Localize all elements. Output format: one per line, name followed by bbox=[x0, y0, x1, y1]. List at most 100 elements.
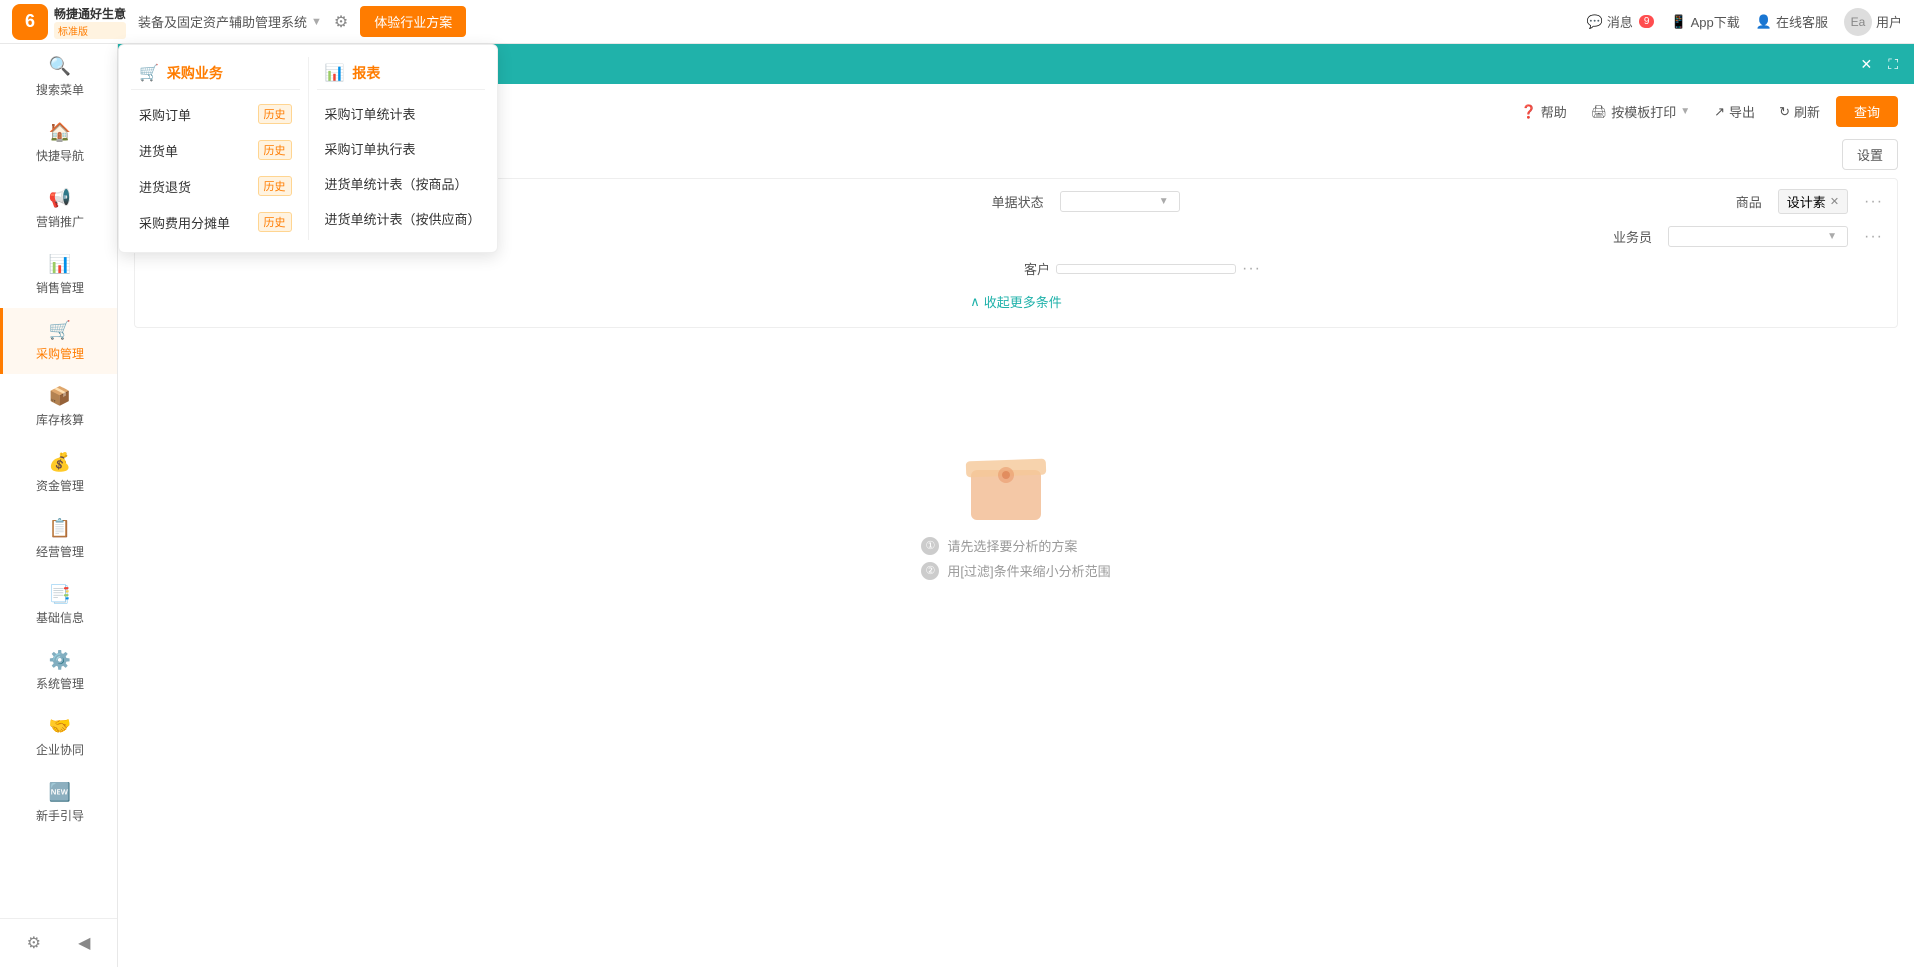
online-service-label: 在线客服 bbox=[1776, 12, 1828, 31]
sidebar: 🔍 搜索菜单 🏠 快捷导航 📢 营销推广 📊 销售管理 🛒 采购管理 📦 库存核… bbox=[0, 44, 118, 967]
return-history-tag: 历史 bbox=[258, 176, 292, 196]
logo-text: 畅捷通好生意 标准版 bbox=[54, 5, 126, 39]
collapse-btn[interactable]: ∧ 收起更多条件 bbox=[149, 286, 1883, 317]
goods-tag-value: 设计素 bbox=[1787, 192, 1826, 211]
tab-fullscreen-icon[interactable]: ⛶ bbox=[1884, 52, 1902, 77]
dropdown-item-return[interactable]: 进货退货 历史 bbox=[131, 168, 300, 204]
sidebar-item-inventory[interactable]: 📦 库存核算 bbox=[0, 374, 117, 440]
print-btn[interactable]: 🖨 按模板打印 ▼ bbox=[1583, 98, 1698, 125]
salesperson-dots[interactable]: ··· bbox=[1864, 228, 1883, 246]
customer-dots[interactable]: ··· bbox=[1242, 260, 1261, 278]
system-title-btn[interactable]: 装备及固定资产辅助管理系统 ▼ bbox=[138, 12, 322, 31]
purchase-order-label: 采购订单 bbox=[139, 105, 191, 124]
sidebar-item-sales[interactable]: 📊 销售管理 bbox=[0, 242, 117, 308]
home-icon: 🏠 bbox=[49, 122, 71, 143]
filter-row-3: 客户 ··· bbox=[149, 259, 1883, 278]
sidebar-item-basic-info[interactable]: 📑 基础信息 bbox=[0, 572, 117, 638]
print-arrow-icon: ▼ bbox=[1680, 106, 1690, 117]
salesperson-label: 业务员 bbox=[1613, 227, 1652, 246]
sidebar-item-finance[interactable]: 💰 资金管理 bbox=[0, 440, 117, 506]
headset-icon: 👤 bbox=[1756, 14, 1772, 30]
help-icon: ❓ bbox=[1521, 104, 1537, 120]
tab-close-all-icon[interactable]: ✕ bbox=[1856, 52, 1876, 77]
inventory-icon: 📦 bbox=[49, 386, 71, 407]
query-button[interactable]: 查询 bbox=[1836, 96, 1898, 127]
sidebar-collapse-icon[interactable]: ◀ bbox=[72, 927, 96, 959]
hint-text-1: 请先选择要分析的方案 bbox=[947, 536, 1077, 555]
report-col-icon: 📊 bbox=[325, 63, 345, 83]
sidebar-item-purchase-label: 采购管理 bbox=[36, 345, 84, 362]
refresh-btn[interactable]: ↻ 刷新 bbox=[1771, 98, 1828, 125]
dropdown-item-incoming-stats-goods[interactable]: 进货单统计表（按商品） bbox=[317, 166, 486, 201]
sidebar-item-quicknav-label: 快捷导航 bbox=[36, 147, 84, 164]
finance-icon: 💰 bbox=[49, 452, 71, 473]
dropdown-item-order-exec[interactable]: 采购订单执行表 bbox=[317, 131, 486, 166]
salesperson-select[interactable]: ▼ bbox=[1668, 226, 1848, 247]
goods-dots[interactable]: ··· bbox=[1864, 193, 1883, 211]
sidebar-item-finance-label: 资金管理 bbox=[36, 477, 84, 494]
expense-history-tag: 历史 bbox=[258, 212, 292, 232]
export-btn[interactable]: ↗ 导出 bbox=[1706, 98, 1763, 125]
help-label: 帮助 bbox=[1541, 102, 1567, 121]
basicinfo-icon: 📑 bbox=[49, 584, 71, 605]
message-icon: 💬 bbox=[1587, 14, 1603, 30]
sidebar-item-purchase[interactable]: 🛒 采购管理 bbox=[0, 308, 117, 374]
purchase-business-col: 🛒 采购业务 采购订单 历史 进货单 历史 进货退货 历史 采购费用分摊单 历史 bbox=[131, 57, 300, 240]
help-btn[interactable]: ❓ 帮助 bbox=[1513, 98, 1575, 125]
incoming-stats-goods-label: 进货单统计表（按商品） bbox=[325, 174, 468, 193]
system-icon: ⚙️ bbox=[49, 650, 71, 671]
sidebar-item-cooperation[interactable]: 🤝 企业协同 bbox=[0, 704, 117, 770]
voucher-status-select[interactable]: ▼ bbox=[1060, 191, 1180, 212]
logo-badge: 标准版 bbox=[54, 22, 126, 39]
dropdown-item-incoming-stats-supplier[interactable]: 进货单统计表（按供应商） bbox=[317, 201, 486, 236]
sidebar-settings-icon[interactable]: ⚙ bbox=[21, 927, 47, 959]
sidebar-item-operations-label: 经营管理 bbox=[36, 543, 84, 560]
user-label: 用户 bbox=[1876, 12, 1902, 31]
sidebar-item-quick-nav[interactable]: 🏠 快捷导航 bbox=[0, 110, 117, 176]
marketing-icon: 📢 bbox=[49, 188, 71, 209]
purchase-icon: 🛒 bbox=[49, 320, 71, 341]
sidebar-item-guide[interactable]: 🆕 新手引导 bbox=[0, 770, 117, 836]
empty-hint: ① 请先选择要分析的方案 ② 用[过滤]条件来缩小分析范围 bbox=[921, 536, 1110, 580]
search-icon: 🔍 bbox=[49, 56, 71, 77]
trial-button[interactable]: 体验行业方案 bbox=[360, 6, 466, 37]
dropdown-item-order-stats[interactable]: 采购订单统计表 bbox=[317, 96, 486, 131]
sidebar-item-basicinfo-label: 基础信息 bbox=[36, 609, 84, 626]
print-icon: 🖨 bbox=[1591, 104, 1608, 120]
purchase-dropdown-menu: 🛒 采购业务 采购订单 历史 进货单 历史 进货退货 历史 采购费用分摊单 历史 bbox=[118, 44, 498, 253]
logo-name: 畅捷通好生意 bbox=[54, 5, 126, 22]
sidebar-item-search-label: 搜索菜单 bbox=[36, 81, 84, 98]
purchase-col-title: 采购业务 bbox=[167, 63, 223, 83]
hint-num-2: ② bbox=[921, 562, 939, 580]
user-btn[interactable]: Ea 用户 bbox=[1844, 8, 1902, 36]
goods-tag-close-icon[interactable]: ✕ bbox=[1830, 195, 1839, 208]
dropdown-item-incoming[interactable]: 进货单 历史 bbox=[131, 132, 300, 168]
settings-icon[interactable]: ⚙ bbox=[330, 8, 352, 36]
print-label: 按模板打印 bbox=[1611, 102, 1676, 121]
sidebar-item-sales-label: 销售管理 bbox=[36, 279, 84, 296]
operations-icon: 📋 bbox=[49, 518, 71, 539]
logo-icon: 6 bbox=[12, 4, 48, 40]
customer-label: 客户 bbox=[1024, 259, 1050, 278]
sidebar-item-guide-label: 新手引导 bbox=[36, 807, 84, 824]
dropdown-item-expense[interactable]: 采购费用分摊单 历史 bbox=[131, 204, 300, 240]
app-download-btn[interactable]: 📱 App下载 bbox=[1670, 12, 1739, 31]
sidebar-item-operations[interactable]: 📋 经营管理 bbox=[0, 506, 117, 572]
empty-svg bbox=[956, 420, 1076, 520]
customer-select[interactable] bbox=[1056, 264, 1236, 274]
dropdown-item-purchase-order[interactable]: 采购订单 历史 bbox=[131, 96, 300, 132]
sidebar-item-inventory-label: 库存核算 bbox=[36, 411, 84, 428]
salesperson-arrow: ▼ bbox=[1827, 231, 1837, 242]
sidebar-item-search[interactable]: 🔍 搜索菜单 bbox=[0, 44, 117, 110]
top-right: 💬 消息 9 📱 App下载 👤 在线客服 Ea 用户 bbox=[1587, 8, 1902, 36]
cooperation-icon: 🤝 bbox=[49, 716, 71, 737]
settings-button[interactable]: 设置 bbox=[1842, 139, 1898, 170]
messages-btn[interactable]: 💬 消息 9 bbox=[1587, 12, 1655, 31]
messages-badge: 9 bbox=[1639, 15, 1655, 28]
tab-bar-right: ✕ ⛶ bbox=[1856, 52, 1910, 77]
sidebar-item-marketing[interactable]: 📢 营销推广 bbox=[0, 176, 117, 242]
incoming-label: 进货单 bbox=[139, 141, 178, 160]
sidebar-item-system[interactable]: ⚙️ 系统管理 bbox=[0, 638, 117, 704]
report-col-header: 📊 报表 bbox=[317, 57, 486, 90]
online-service-btn[interactable]: 👤 在线客服 bbox=[1756, 12, 1828, 31]
